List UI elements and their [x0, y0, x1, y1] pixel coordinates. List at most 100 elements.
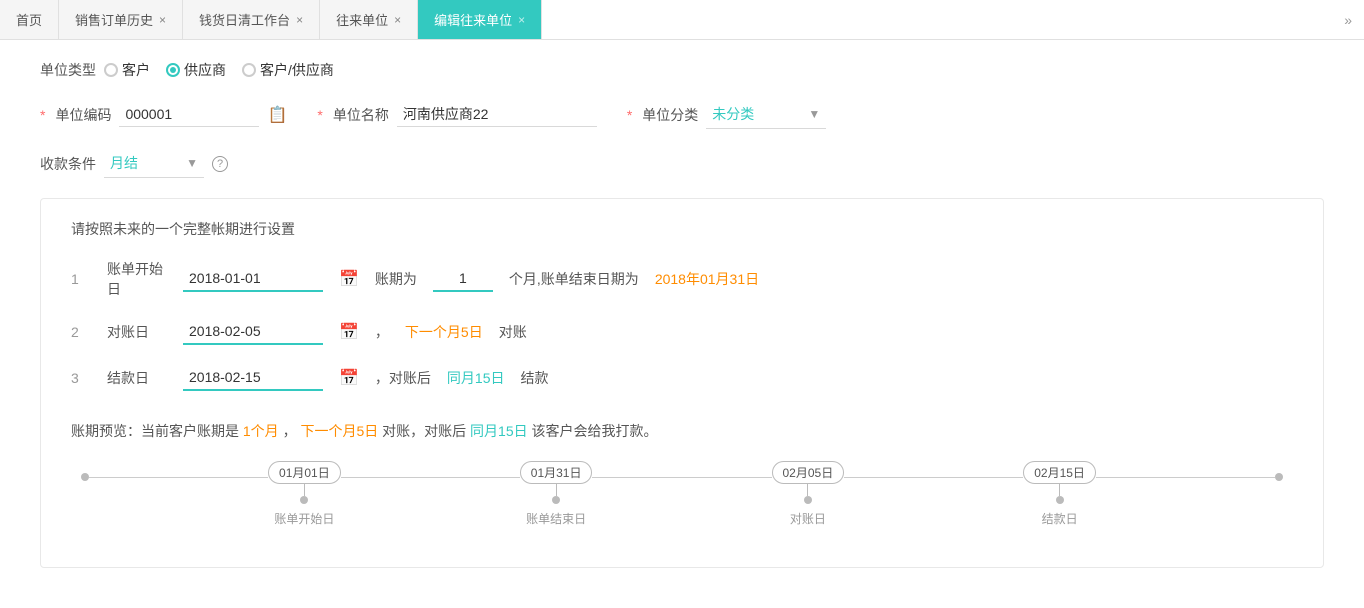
timeline-node-4-line	[1059, 484, 1060, 496]
period-box: 请按照未来的一个完整帐期进行设置 1 账单开始日 📅 账期为 个月,账单结束日期…	[40, 198, 1324, 568]
radio-both-label: 客户/供应商	[260, 60, 334, 80]
close-icon[interactable]: ×	[394, 13, 401, 27]
radio-both-circle	[242, 63, 256, 77]
period-num-3: 3	[71, 370, 91, 386]
payment-label: 收款条件	[40, 154, 96, 174]
expand-icon: »	[1344, 12, 1352, 28]
code-name-category-row: * 单位编码 📋 * 单位名称 * 单位分类 未分类 ▼	[40, 100, 1324, 129]
timeline-node-2: 01月31日 账单结束日	[520, 461, 593, 527]
reconcile-date-input[interactable]	[183, 319, 323, 345]
timeline-badge-1: 01月01日	[268, 461, 341, 484]
tab-cash-work-label: 钱货日清工作台	[199, 10, 290, 29]
category-field: * 单位分类 未分类 ▼	[627, 100, 826, 129]
code-input[interactable]	[119, 102, 259, 127]
timeline-label-2: 账单结束日	[526, 510, 586, 527]
reconcile-suffix-post: 对账	[499, 322, 527, 342]
payment-suffix-pre: ，对账后	[375, 368, 431, 388]
period-num-1: 1	[71, 271, 91, 287]
timeline-node-1-dot	[300, 496, 308, 504]
timeline-seg-5	[1096, 477, 1275, 478]
timeline-label-3: 对账日	[790, 510, 826, 527]
radio-customer-label: 客户	[122, 60, 150, 80]
name-input[interactable]	[397, 102, 597, 127]
period-row-1: 1 账单开始日 📅 账期为 个月,账单结束日期为 2018年01月31日	[71, 259, 1293, 299]
tab-home[interactable]: 首页	[0, 0, 59, 39]
timeline-node-2-line	[556, 484, 557, 496]
radio-supplier[interactable]: 供应商	[166, 60, 226, 80]
period-row-3: 3 结款日 📅 ，对账后 同月15日 结款	[71, 365, 1293, 391]
preview-months: 1个月	[243, 423, 279, 439]
payment-same-month: 同月15日	[447, 368, 505, 388]
unit-type-field: 单位类型 客户 供应商 客户/供应商	[40, 60, 334, 80]
calendar-icon-3[interactable]: 📅	[339, 368, 359, 388]
help-icon[interactable]: ?	[212, 156, 228, 172]
code-field: * 单位编码 📋	[40, 102, 287, 127]
period-field-label-1: 账单开始日	[107, 259, 167, 299]
timeline-node-4-dot	[1056, 496, 1064, 504]
timeline-label-4: 结款日	[1042, 510, 1078, 527]
calendar-icon-1[interactable]: 📅	[339, 269, 359, 289]
radio-both[interactable]: 客户/供应商	[242, 60, 334, 80]
close-icon[interactable]: ×	[518, 13, 525, 27]
payment-date-input[interactable]	[183, 365, 323, 391]
period-title: 请按照未来的一个完整帐期进行设置	[71, 219, 1293, 239]
chevron-down-icon: ▼	[808, 107, 820, 121]
copy-icon[interactable]: 📋	[267, 105, 287, 125]
timeline-right-dot	[1275, 473, 1283, 481]
tab-sales-history[interactable]: 销售订单历史 ×	[59, 0, 183, 39]
preview-mid1: ，	[283, 423, 297, 439]
tab-home-label: 首页	[16, 10, 42, 29]
payment-dropdown-value: 月结	[110, 153, 182, 173]
tab-edit-partner[interactable]: 编辑往来单位 ×	[418, 0, 542, 39]
timeline-badge-3: 02月05日	[772, 461, 845, 484]
radio-group: 客户 供应商 客户/供应商	[104, 60, 334, 80]
payment-suffix-post: 结款	[521, 368, 549, 388]
code-label: 单位编码	[55, 105, 111, 125]
timeline: 01月01日 账单开始日 01月31日 账单结束日 02月05日	[71, 461, 1293, 527]
close-icon[interactable]: ×	[159, 13, 166, 27]
period-months-input[interactable]	[433, 266, 493, 292]
category-required-star: *	[627, 107, 632, 123]
period-field-label-2: 对账日	[107, 322, 167, 342]
start-date-input[interactable]	[183, 266, 323, 292]
timeline-seg-1	[89, 477, 268, 478]
tab-bar: 首页 销售订单历史 × 钱货日清工作台 × 往来单位 × 编辑往来单位 × »	[0, 0, 1364, 40]
tab-sales-history-label: 销售订单历史	[75, 10, 153, 29]
category-dropdown[interactable]: 未分类 ▼	[706, 100, 826, 129]
preview-line: 账期预览：当前客户账期是 1个月 ， 下一个月5日 对账，对账后 同月15日 该…	[71, 421, 1293, 441]
chevron-down-icon: ▼	[186, 156, 198, 170]
payment-row: 收款条件 月结 ▼ ?	[40, 149, 1324, 178]
tab-partner-label: 往来单位	[336, 10, 388, 29]
timeline-seg-3	[592, 477, 771, 478]
radio-supplier-label: 供应商	[184, 60, 226, 80]
radio-supplier-circle	[166, 63, 180, 77]
tab-cash-work[interactable]: 钱货日清工作台 ×	[183, 0, 320, 39]
category-label: 单位分类	[642, 105, 698, 125]
name-label: 单位名称	[333, 105, 389, 125]
timeline-badge-4: 02月15日	[1023, 461, 1096, 484]
preview-same-month: 同月15日	[470, 423, 528, 439]
radio-customer[interactable]: 客户	[104, 60, 150, 80]
unit-type-row: 单位类型 客户 供应商 客户/供应商	[40, 60, 1324, 80]
calendar-icon-2[interactable]: 📅	[339, 322, 359, 342]
timeline-seg-2	[341, 477, 520, 478]
close-icon[interactable]: ×	[296, 13, 303, 27]
timeline-badge-2: 01月31日	[520, 461, 593, 484]
tab-partner[interactable]: 往来单位 ×	[320, 0, 418, 39]
unit-type-label: 单位类型	[40, 60, 96, 80]
period-num-2: 2	[71, 324, 91, 340]
tab-edit-partner-label: 编辑往来单位	[434, 10, 512, 29]
tab-expand-button[interactable]: »	[1332, 0, 1364, 39]
timeline-seg-4	[844, 477, 1023, 478]
name-field: * 单位名称	[317, 102, 596, 127]
period-field-label-3: 结款日	[107, 368, 167, 388]
payment-field: 收款条件 月结 ▼ ?	[40, 149, 228, 178]
timeline-node-4: 02月15日 结款日	[1023, 461, 1096, 527]
period-label-prefix: 账期为	[375, 269, 417, 289]
preview-end: 该客户会给我打款。	[532, 423, 658, 439]
preview-mid2: 对账，对账后	[382, 423, 470, 439]
payment-dropdown[interactable]: 月结 ▼	[104, 149, 204, 178]
reconcile-next-month: 下一个月5日	[405, 322, 483, 342]
timeline-node-2-dot	[552, 496, 560, 504]
period-row-2: 2 对账日 📅 ， 下一个月5日 对账	[71, 319, 1293, 345]
